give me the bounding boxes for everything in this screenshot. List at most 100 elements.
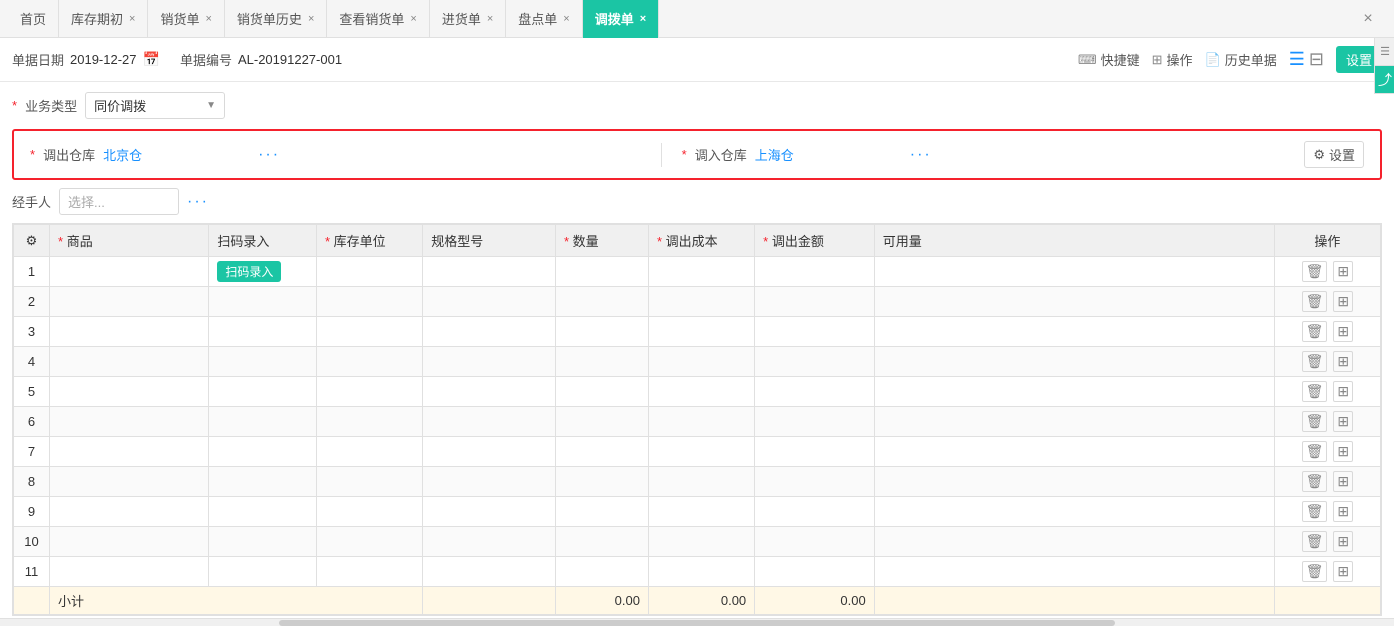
product-cell[interactable] — [50, 317, 209, 347]
right-panel: ☰ ⤴ — [1374, 38, 1394, 94]
product-cell[interactable] — [50, 407, 209, 437]
tab-close-stocktake[interactable]: × — [563, 13, 569, 25]
spec-cell — [423, 287, 556, 317]
scan-barcode-button[interactable]: 扫码录入 — [217, 261, 281, 282]
table-row: 11 🗑 ⊞ — [14, 557, 1381, 587]
delete-icon[interactable]: 🗑 — [1302, 411, 1328, 432]
cost-cell — [648, 377, 754, 407]
date-field: 单据日期 2019-12-27 📅 — [12, 50, 160, 69]
op-cell: 🗑 ⊞ — [1274, 497, 1380, 527]
delete-icon[interactable]: 🗑 — [1302, 441, 1328, 462]
scan-cell — [209, 497, 317, 527]
table-row: 2 🗑 ⊞ — [14, 287, 1381, 317]
calendar-icon[interactable]: 📅 — [143, 51, 160, 68]
copy-icon[interactable]: ⊞ — [1333, 381, 1353, 402]
tab-close-sales-history[interactable]: × — [308, 13, 314, 25]
tab-purchase-order[interactable]: 进货单 × — [430, 0, 506, 38]
row-num: 6 — [14, 407, 50, 437]
product-cell[interactable] — [50, 257, 209, 287]
table-row: 8 🗑 ⊞ — [14, 467, 1381, 497]
scrollbar-thumb[interactable] — [279, 620, 1115, 626]
tab-check-sales[interactable]: 查看销货单 × — [327, 0, 429, 38]
avail-cell — [874, 527, 1274, 557]
tab-close-inventory-init[interactable]: × — [129, 13, 135, 25]
tab-stocktake[interactable]: 盘点单 × — [506, 0, 582, 38]
copy-icon[interactable]: ⊞ — [1333, 351, 1353, 372]
qty-cell — [555, 467, 648, 497]
cost-cell — [648, 527, 754, 557]
history-button[interactable]: 📄 历史单据 — [1205, 50, 1277, 69]
product-cell[interactable] — [50, 497, 209, 527]
product-cell[interactable] — [50, 287, 209, 317]
cost-cell — [648, 287, 754, 317]
right-panel-doc-icon[interactable]: ☰ — [1375, 38, 1394, 66]
th-settings[interactable]: ⚙ — [14, 225, 50, 257]
tab-close-sales-order[interactable]: × — [205, 13, 211, 25]
qty-cell — [555, 377, 648, 407]
qty-cell — [555, 527, 648, 557]
warehouse-settings-button[interactable]: ⚙ 设置 — [1304, 141, 1364, 168]
th-cost: * 调出成本 — [648, 225, 754, 257]
biz-type-dropdown[interactable]: 同价调拨 ▼ — [85, 92, 225, 119]
copy-icon[interactable]: ⊞ — [1333, 411, 1353, 432]
scan-cell — [209, 527, 317, 557]
copy-icon[interactable]: ⊞ — [1333, 291, 1353, 312]
delete-icon[interactable]: 🗑 — [1302, 561, 1328, 582]
scan-cell — [209, 347, 317, 377]
tab-close-check-sales[interactable]: × — [410, 13, 416, 25]
product-cell[interactable] — [50, 527, 209, 557]
spec-cell — [423, 347, 556, 377]
unit-cell — [316, 377, 422, 407]
product-cell[interactable] — [50, 437, 209, 467]
handler-dropdown[interactable]: 选择... — [59, 188, 179, 215]
delete-icon[interactable]: 🗑 — [1302, 261, 1328, 282]
tab-transfer[interactable]: 调拨单 × — [583, 0, 659, 38]
product-cell[interactable] — [50, 347, 209, 377]
qty-cell — [555, 257, 648, 287]
copy-icon[interactable]: ⊞ — [1333, 261, 1353, 282]
handler-more-icon[interactable]: ··· — [187, 193, 209, 211]
right-panel-teal-icon[interactable]: ⤴ — [1375, 66, 1394, 94]
product-cell[interactable] — [50, 557, 209, 587]
tab-close-transfer[interactable]: × — [640, 13, 646, 25]
delete-icon[interactable]: 🗑 — [1302, 471, 1328, 492]
grid-view-icon[interactable]: ⊟ — [1309, 49, 1324, 70]
window-close-button[interactable]: × — [1350, 1, 1386, 37]
copy-icon[interactable]: ⊞ — [1333, 531, 1353, 552]
product-cell[interactable] — [50, 467, 209, 497]
delete-icon[interactable]: 🗑 — [1302, 381, 1328, 402]
delete-icon[interactable]: 🗑 — [1302, 291, 1328, 312]
unit-cell — [316, 467, 422, 497]
keyboard-icon: ⌨ — [1078, 52, 1097, 68]
operations-button[interactable]: ⊞ 操作 — [1152, 50, 1193, 69]
copy-icon[interactable]: ⊞ — [1333, 501, 1353, 522]
avail-cell — [874, 257, 1274, 287]
tab-sales-history[interactable]: 销货单历史 × — [225, 0, 327, 38]
horizontal-scrollbar[interactable] — [0, 618, 1394, 626]
shortcuts-button[interactable]: ⌨ 快捷键 — [1078, 50, 1140, 69]
row-num: 3 — [14, 317, 50, 347]
delete-icon[interactable]: 🗑 — [1302, 351, 1328, 372]
copy-icon[interactable]: ⊞ — [1333, 441, 1353, 462]
op-cell: 🗑 ⊞ — [1274, 467, 1380, 497]
copy-icon[interactable]: ⊞ — [1333, 561, 1353, 582]
copy-icon[interactable]: ⊞ — [1333, 321, 1353, 342]
delete-icon[interactable]: 🗑 — [1302, 531, 1328, 552]
copy-icon[interactable]: ⊞ — [1333, 471, 1353, 492]
cost-cell — [648, 257, 754, 287]
delete-icon[interactable]: 🗑 — [1302, 321, 1328, 342]
delete-icon[interactable]: 🗑 — [1302, 501, 1328, 522]
avail-cell — [874, 497, 1274, 527]
tab-close-purchase-order[interactable]: × — [487, 13, 493, 25]
tab-home[interactable]: 首页 — [8, 0, 59, 38]
tab-inventory-init[interactable]: 库存期初 × — [59, 0, 148, 38]
amount-cell — [755, 527, 875, 557]
warehouse-out-more-icon[interactable]: ··· — [258, 146, 280, 164]
doc-num-value: AL-20191227-001 — [238, 52, 342, 67]
warehouse-in-more-icon[interactable]: ··· — [910, 146, 932, 164]
product-cell[interactable] — [50, 377, 209, 407]
tab-sales-order[interactable]: 销货单 × — [148, 0, 224, 38]
list-view-icon[interactable]: ☰ — [1289, 49, 1305, 70]
biz-type-value: 同价调拨 — [94, 96, 146, 115]
amount-cell — [755, 557, 875, 587]
